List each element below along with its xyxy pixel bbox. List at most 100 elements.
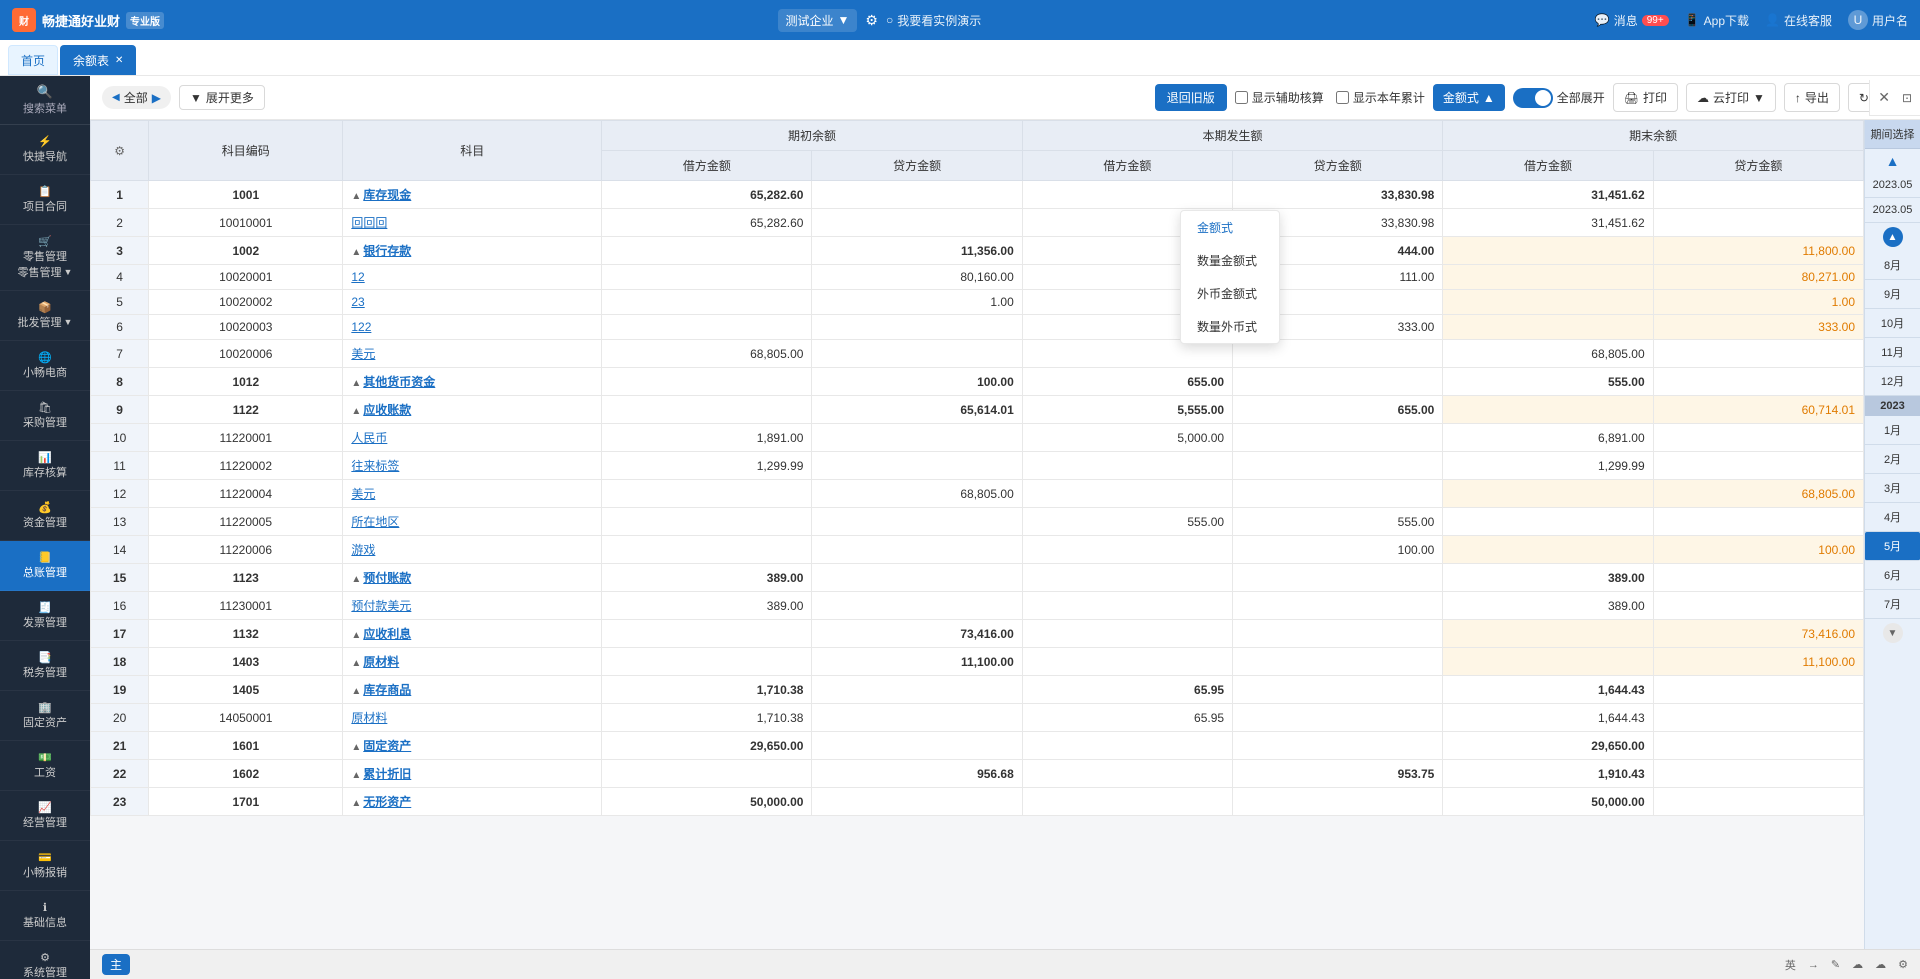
tab-balance[interactable]: 余额表 ✕ [60,45,136,75]
settings-icon[interactable]: ⚙ [865,12,878,29]
sidebar-item-project[interactable]: 📋 项目合同 [0,175,90,225]
rp-9[interactable]: 9月 [1865,280,1920,309]
expand-more-btn[interactable]: ▼ 展开更多 [179,85,265,110]
export-label: 导出 [1805,89,1829,106]
table-cell-name[interactable]: 人民币 [343,424,602,452]
show-subsidiary-input[interactable] [1235,91,1248,104]
table-cell-name[interactable]: 12 [343,265,602,290]
status-english-btn[interactable]: 英 [1785,957,1796,973]
status-cloud1-btn[interactable]: ☁ [1852,958,1863,971]
return-old-btn[interactable]: 退回旧版 [1155,84,1227,111]
mode-btn[interactable]: 金额式 ▲ [1433,84,1505,111]
sidebar-item-ecommerce[interactable]: 🌐 小畅电商 [0,341,90,391]
status-arrow-btn[interactable]: → [1808,959,1819,971]
tab-balance-close-icon[interactable]: ✕ [115,55,123,66]
dropdown-item-qty-amount[interactable]: 数量金额式 [1181,244,1279,277]
sidebar-item-ledger[interactable]: 📒 总账管理 [0,541,90,591]
dropdown-item-fx-amount[interactable]: 外币金额式 [1181,277,1279,310]
table-cell-name[interactable]: 美元 [343,340,602,368]
show-ytd-input[interactable] [1336,91,1349,104]
table-settings-icon[interactable]: ⚙ [114,144,125,158]
sidebar-item-basic-info[interactable]: ℹ 基础信息 [0,891,90,941]
demo-link[interactable]: ○ 我要看实例演示 [886,12,981,29]
table-row: 19 [91,676,149,704]
user-btn[interactable]: U 用户名 [1848,10,1908,30]
payroll-icon: 💵 [6,751,84,764]
rp-3[interactable]: 3月 [1865,474,1920,503]
table-cell-name[interactable]: ▲原材料 [343,648,602,676]
print-btn[interactable]: 🖨 打印 [1613,83,1678,112]
table-cell-name[interactable]: 美元 [343,480,602,508]
ecommerce-icon: 🌐 [6,351,84,364]
rp-2[interactable]: 2月 [1865,445,1920,474]
rp-10[interactable]: 10月 [1865,309,1920,338]
table-cell-name[interactable]: 回回回 [343,209,602,237]
show-ytd-checkbox[interactable]: 显示本年累计 [1336,89,1425,106]
table-cell-name[interactable]: ▲其他货币资金 [343,368,602,396]
rp-nav-circle-up[interactable]: ▲ [1883,227,1903,247]
minimize-btn[interactable]: ⊡ [1898,89,1916,107]
sidebar-item-wholesale[interactable]: 📦 批发管理 ▼ [0,291,90,341]
table-cell-name[interactable]: 原材料 [343,704,602,732]
rp-7[interactable]: 7月 [1865,590,1920,619]
close-btn[interactable]: ✕ [1874,87,1894,108]
table-cell-name[interactable]: ▲累计折旧 [343,760,602,788]
company-selector[interactable]: 测试企业 ▼ [778,9,858,32]
rp-nav-circle-down[interactable]: ▼ [1883,623,1903,643]
table-cell-name[interactable]: ▲库存商品 [343,676,602,704]
sidebar-item-purchase[interactable]: 🛍 采购管理 [0,391,90,441]
export-btn[interactable]: ↑ 导出 [1784,83,1840,112]
status-main-btn[interactable]: 主 [102,954,130,975]
rp-5[interactable]: 5月 [1865,532,1920,561]
rp-4[interactable]: 4月 [1865,503,1920,532]
table-cell-name[interactable]: ▲银行存款 [343,237,602,265]
table-cell-name[interactable]: ▲无形资产 [343,788,602,816]
online-service-btn[interactable]: 👤 在线客服 [1765,12,1832,29]
rp-12[interactable]: 12月 [1865,367,1920,396]
expand-all-toggle[interactable] [1513,88,1553,108]
rp-11[interactable]: 11月 [1865,338,1920,367]
app-download-btn[interactable]: 📱 App下载 [1685,12,1749,29]
rp-2023-05-second[interactable]: 2023.05 [1865,198,1920,223]
dropdown-item-amount[interactable]: 金额式 [1181,211,1279,244]
table-cell-name[interactable]: 122 [343,315,602,340]
table-cell-name[interactable]: ▲应收账款 [343,396,602,424]
sidebar-item-retail[interactable]: 🛒 零售管理 零售管理 ▼ [0,225,90,291]
table-cell-name[interactable]: ▲应收利息 [343,620,602,648]
table-cell-name[interactable]: 游戏 [343,536,602,564]
table-cell-name[interactable]: 往来标签 [343,452,602,480]
sidebar-item-inventory[interactable]: 📊 库存核算 [0,441,90,491]
rp-nav-up[interactable]: ▲ [1865,149,1920,173]
rp-2023-05-first[interactable]: 2023.05 [1865,173,1920,198]
show-subsidiary-label: 显示辅助核算 [1252,89,1324,106]
sidebar-item-tax[interactable]: 📑 税务管理 [0,641,90,691]
filter-all-tag[interactable]: ◀ 全部 ▶ [102,86,171,109]
table-cell-name[interactable]: ▲固定资产 [343,732,602,760]
table-cell-current_credit [1233,592,1443,620]
cloud-print-btn[interactable]: ☁ 云打印 ▼ [1686,83,1776,112]
sidebar-item-expense[interactable]: 💳 小畅报销 [0,841,90,891]
table-cell-name[interactable]: ▲预付账款 [343,564,602,592]
sidebar-item-invoice[interactable]: 🧾 发票管理 [0,591,90,641]
table-cell-name[interactable]: 23 [343,290,602,315]
sidebar-item-management[interactable]: 📈 经营管理 [0,791,90,841]
tab-home[interactable]: 首页 [8,45,58,75]
status-cloud2-btn[interactable]: ☁ [1875,958,1886,971]
sidebar-item-quick-nav[interactable]: ⚡ 快捷导航 [0,125,90,175]
sidebar-item-fixed-assets[interactable]: 🏢 固定资产 [0,691,90,741]
rp-1[interactable]: 1月 [1865,416,1920,445]
table-cell-name[interactable]: ▲库存现金 [343,181,602,209]
message-btn[interactable]: 💬 消息 99+ [1595,12,1669,29]
sidebar-item-system[interactable]: ⚙ 系统管理 [0,941,90,979]
sidebar-item-payroll[interactable]: 💵 工资 [0,741,90,791]
sidebar-item-finance[interactable]: 💰 资金管理 [0,491,90,541]
table-cell-name[interactable]: 预付款美元 [343,592,602,620]
rp-6[interactable]: 6月 [1865,561,1920,590]
show-subsidiary-checkbox[interactable]: 显示辅助核算 [1235,89,1324,106]
rp-8[interactable]: 8月 [1865,251,1920,280]
table-cell-name[interactable]: 所在地区 [343,508,602,536]
status-edit-btn[interactable]: ✎ [1831,958,1840,971]
status-settings-btn[interactable]: ⚙ [1898,958,1908,971]
dropdown-item-qty-fx[interactable]: 数量外币式 [1181,310,1279,343]
sidebar-search[interactable]: 🔍 搜索菜单 [0,76,90,125]
